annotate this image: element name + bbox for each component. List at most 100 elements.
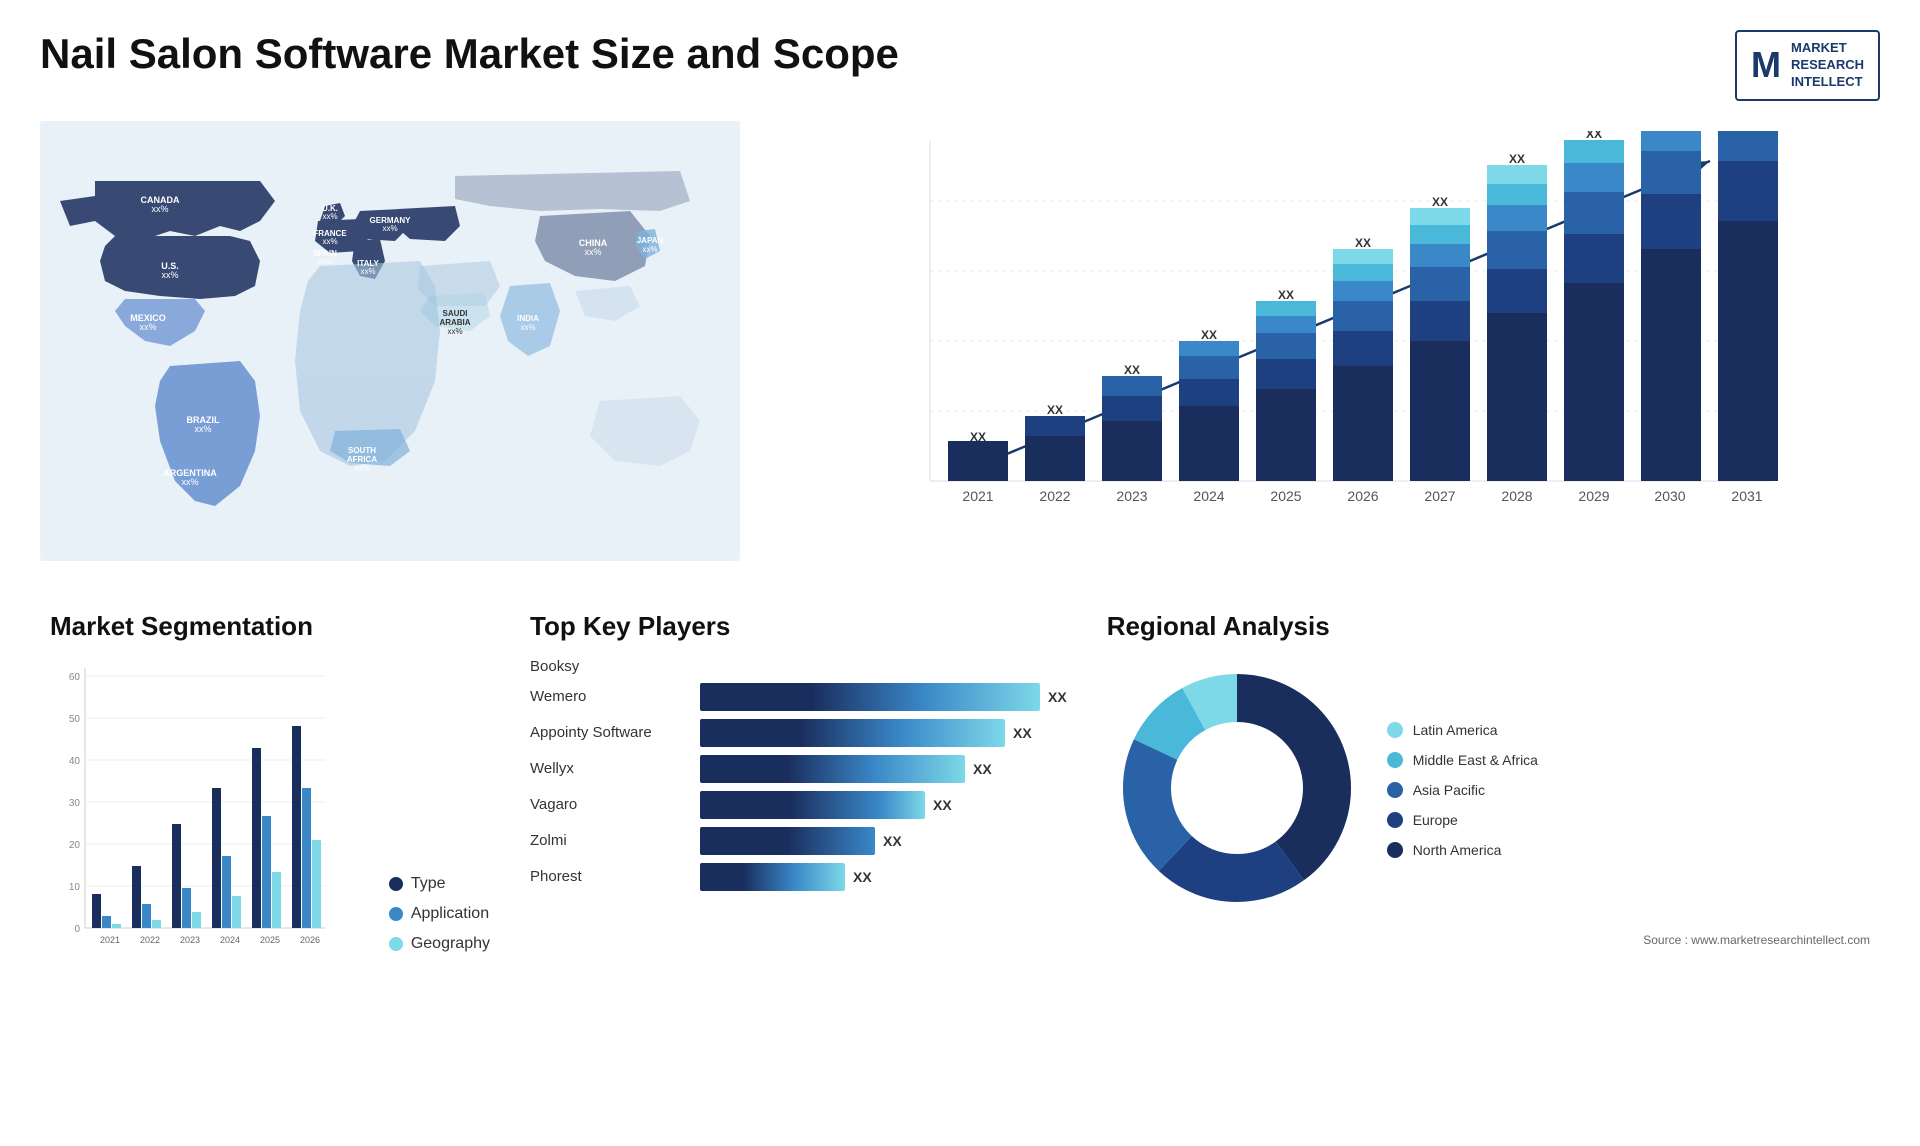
player-val-wellyx: XX bbox=[973, 761, 992, 777]
svg-text:xx%: xx% bbox=[354, 464, 369, 473]
legend-dot-geography bbox=[389, 937, 403, 951]
svg-text:JAPAN: JAPAN bbox=[637, 236, 664, 245]
legend-asia-pacific: Asia Pacific bbox=[1387, 782, 1538, 798]
svg-text:2023: 2023 bbox=[1116, 488, 1147, 504]
svg-text:0: 0 bbox=[74, 924, 80, 935]
player-bar-wrap-appointy: XX bbox=[700, 719, 1067, 747]
svg-text:XX: XX bbox=[1355, 236, 1371, 250]
legend-label-application: Application bbox=[411, 905, 489, 923]
svg-text:AFRICA: AFRICA bbox=[347, 455, 377, 464]
svg-text:xx%: xx% bbox=[181, 477, 198, 487]
regional-chart-area: Latin America Middle East & Africa Asia … bbox=[1107, 658, 1870, 923]
player-val-wemero: XX bbox=[1048, 689, 1067, 705]
svg-text:2025: 2025 bbox=[260, 935, 280, 945]
player-name-vagaro: Vagaro bbox=[530, 796, 690, 813]
svg-text:xx%: xx% bbox=[447, 327, 462, 336]
player-bar-vagaro bbox=[700, 791, 925, 819]
svg-text:2021: 2021 bbox=[100, 935, 120, 945]
svg-text:XX: XX bbox=[970, 430, 986, 444]
player-val-appointy: XX bbox=[1013, 725, 1032, 741]
label-asia-pacific: Asia Pacific bbox=[1413, 782, 1485, 798]
player-bar-wemero bbox=[700, 683, 1040, 711]
bottom-section: Market Segmentation bbox=[40, 611, 1880, 1041]
player-bar-appointy bbox=[700, 719, 1005, 747]
segmentation-legend: Type Application Geography bbox=[389, 875, 490, 983]
svg-text:xx%: xx% bbox=[642, 245, 657, 254]
label-middle-east-africa: Middle East & Africa bbox=[1413, 752, 1538, 768]
legend-label-type: Type bbox=[411, 875, 446, 893]
label-europe: Europe bbox=[1413, 812, 1458, 828]
dot-europe bbox=[1387, 812, 1403, 828]
svg-text:SAUDI: SAUDI bbox=[443, 309, 468, 318]
svg-text:2021: 2021 bbox=[962, 488, 993, 504]
label-north-america: North America bbox=[1413, 842, 1502, 858]
svg-text:xx%: xx% bbox=[139, 322, 156, 332]
svg-text:XX: XX bbox=[1509, 152, 1525, 166]
svg-text:xx%: xx% bbox=[194, 424, 211, 434]
svg-text:XX: XX bbox=[1432, 195, 1448, 209]
svg-text:10: 10 bbox=[69, 882, 81, 893]
dot-asia-pacific bbox=[1387, 782, 1403, 798]
svg-text:2025: 2025 bbox=[1270, 488, 1301, 504]
svg-text:xx%: xx% bbox=[584, 247, 601, 257]
svg-text:2031: 2031 bbox=[1731, 488, 1762, 504]
player-bar-wrap-wellyx: XX bbox=[700, 755, 1067, 783]
svg-text:40: 40 bbox=[69, 756, 81, 767]
label-latin-america: Latin America bbox=[1413, 722, 1498, 738]
player-row-zolmi: Zolmi XX bbox=[530, 827, 1067, 855]
svg-text:ARABIA: ARABIA bbox=[439, 318, 470, 327]
svg-text:2023: 2023 bbox=[180, 935, 200, 945]
player-val-vagaro: XX bbox=[933, 797, 952, 813]
svg-text:2028: 2028 bbox=[1501, 488, 1532, 504]
player-row-booksy: Booksy bbox=[530, 658, 1067, 675]
player-row-appointy: Appointy Software XX bbox=[530, 719, 1067, 747]
player-bar-wrap-phorest: XX bbox=[700, 863, 1067, 891]
player-bar-phorest bbox=[700, 863, 845, 891]
svg-text:XX: XX bbox=[1586, 131, 1602, 141]
svg-text:xx%: xx% bbox=[161, 270, 178, 280]
page-container: Nail Salon Software Market Size and Scop… bbox=[0, 0, 1920, 1146]
svg-text:XX: XX bbox=[1124, 363, 1140, 377]
player-name-zolmi: Zolmi bbox=[530, 832, 690, 849]
legend-dot-type bbox=[389, 877, 403, 891]
regional-section: Regional Analysis bbox=[1097, 611, 1880, 1041]
players-list: Booksy Wemero XX Appointy Software XX bbox=[530, 658, 1067, 891]
player-bar-zolmi bbox=[700, 827, 875, 855]
svg-text:XX: XX bbox=[1278, 288, 1294, 302]
legend-geography: Geography bbox=[389, 935, 490, 953]
dot-latin-america bbox=[1387, 722, 1403, 738]
segmentation-chart-area: 0 10 20 30 40 50 60 2021 bbox=[50, 658, 490, 983]
player-bar-wrap-wemero: XX bbox=[700, 683, 1067, 711]
segmentation-section: Market Segmentation bbox=[40, 611, 500, 1041]
segmentation-svg-wrap: 0 10 20 30 40 50 60 2021 bbox=[50, 658, 369, 983]
svg-text:2029: 2029 bbox=[1578, 488, 1609, 504]
bar-chart-svg: XX XX XX XX bbox=[820, 131, 1860, 551]
page-title: Nail Salon Software Market Size and Scop… bbox=[40, 30, 899, 78]
svg-text:XX: XX bbox=[1663, 131, 1679, 132]
header: Nail Salon Software Market Size and Scop… bbox=[40, 30, 1880, 101]
svg-text:2022: 2022 bbox=[1039, 488, 1070, 504]
legend-application: Application bbox=[389, 905, 490, 923]
svg-text:xx%: xx% bbox=[317, 257, 332, 266]
legend-dot-application bbox=[389, 907, 403, 921]
world-map: CANADA xx% U.S. xx% MEXICO xx% BRAZIL xx… bbox=[40, 121, 740, 581]
player-row-wemero: Wemero XX bbox=[530, 683, 1067, 711]
donut-chart bbox=[1107, 658, 1367, 918]
source-text: Source : www.marketresearchintellect.com bbox=[1107, 933, 1870, 947]
player-bar-wrap-zolmi: XX bbox=[700, 827, 1067, 855]
regional-legend: Latin America Middle East & Africa Asia … bbox=[1387, 722, 1538, 858]
logo: M MARKET RESEARCH INTELLECT bbox=[1735, 30, 1880, 101]
logo-text: MARKET RESEARCH INTELLECT bbox=[1791, 40, 1864, 91]
dot-north-america bbox=[1387, 842, 1403, 858]
player-name-appointy: Appointy Software bbox=[530, 724, 690, 741]
regional-title: Regional Analysis bbox=[1107, 611, 1870, 642]
player-name-phorest: Phorest bbox=[530, 868, 690, 885]
player-name-booksy: Booksy bbox=[530, 658, 690, 675]
legend-europe: Europe bbox=[1387, 812, 1538, 828]
player-row-phorest: Phorest XX bbox=[530, 863, 1067, 891]
svg-text:30: 30 bbox=[69, 798, 81, 809]
segmentation-title: Market Segmentation bbox=[50, 611, 490, 642]
key-players-title: Top Key Players bbox=[530, 611, 1067, 642]
legend-middle-east-africa: Middle East & Africa bbox=[1387, 752, 1538, 768]
svg-text:INDIA: INDIA bbox=[517, 314, 539, 323]
